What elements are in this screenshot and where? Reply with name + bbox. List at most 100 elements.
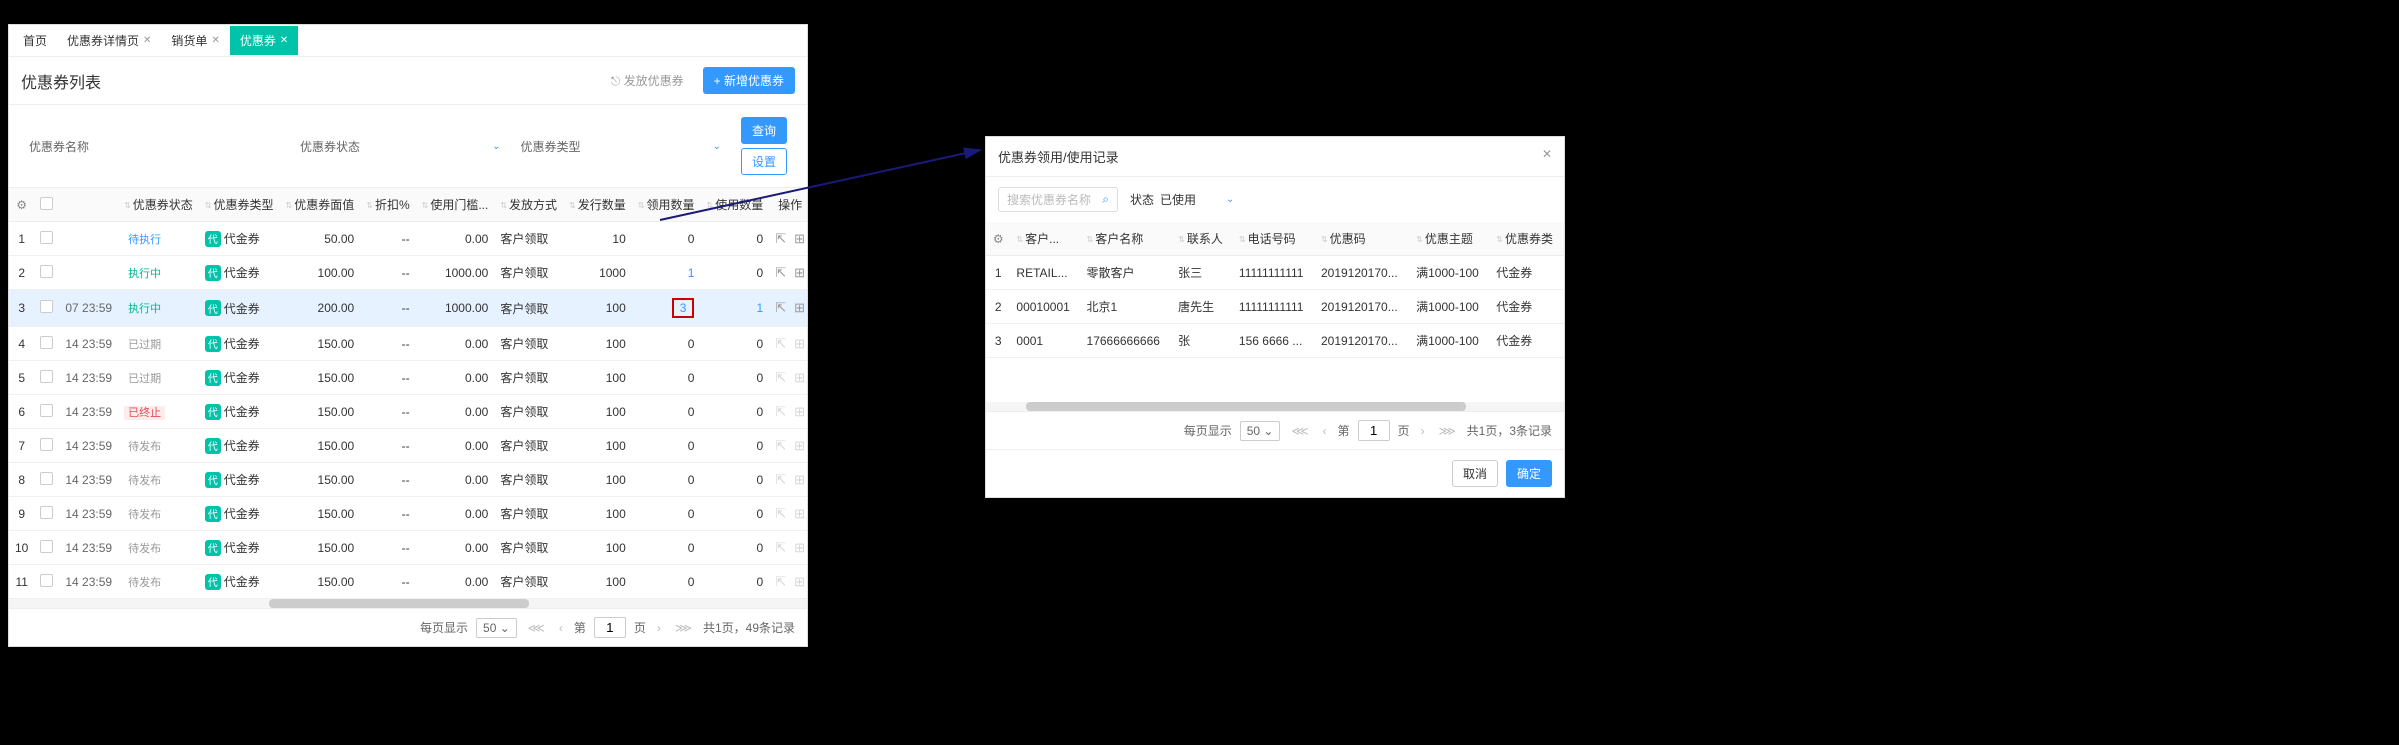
page-prev-icon[interactable]: ‹ — [556, 621, 566, 635]
col-coupon-type[interactable]: 优惠券类 — [1505, 232, 1553, 246]
table-row[interactable]: 7 14 23:59 待发布 代代金券 150.00 -- 0.00 客户领取 … — [9, 429, 807, 463]
filter-name-input[interactable] — [95, 134, 280, 158]
page-prev-icon[interactable]: ‹ — [1320, 424, 1330, 438]
page-input[interactable] — [594, 617, 626, 638]
row-checkbox[interactable] — [40, 231, 53, 244]
col-status[interactable]: 优惠券状态 — [133, 198, 193, 212]
page-next-icon[interactable]: › — [1418, 424, 1428, 438]
col-subject[interactable]: 优惠主题 — [1425, 232, 1473, 246]
row-checkbox[interactable] — [40, 300, 53, 313]
modal-status-select[interactable]: 已使用 ⌄ — [1160, 191, 1234, 208]
qrcode-icon[interactable]: ⊞ — [794, 370, 805, 386]
col-method[interactable]: 发放方式 — [509, 198, 557, 212]
share-icon[interactable]: ⇱ — [775, 265, 786, 281]
qrcode-icon[interactable]: ⊞ — [794, 300, 805, 316]
filter-status-select[interactable]: ⌄ — [366, 141, 500, 152]
table-row[interactable]: 11 14 23:59 待发布 代代金券 150.00 -- 0.00 客户领取… — [9, 565, 807, 599]
use-count-link[interactable]: 1 — [757, 301, 764, 315]
query-button[interactable]: 查询 — [741, 117, 787, 144]
table-row[interactable]: 4 14 23:59 已过期 代代金券 150.00 -- 0.00 客户领取 … — [9, 327, 807, 361]
settings-button[interactable]: 设置 — [741, 148, 787, 175]
table-row[interactable]: 1 RETAIL... 零散客户 张三 11111111111 20191201… — [986, 256, 1564, 290]
table-row[interactable]: 9 14 23:59 待发布 代代金券 150.00 -- 0.00 客户领取 … — [9, 497, 807, 531]
share-icon[interactable]: ⇱ — [775, 540, 786, 556]
col-contact[interactable]: 联系人 — [1187, 232, 1223, 246]
cancel-button[interactable]: 取消 — [1452, 460, 1498, 487]
share-icon[interactable]: ⇱ — [775, 506, 786, 522]
col-type[interactable]: 优惠券类型 — [214, 198, 274, 212]
claim-count-link[interactable]: 3 — [672, 298, 695, 318]
row-checkbox[interactable] — [40, 265, 53, 278]
tab-coupon[interactable]: 优惠券✕ — [230, 26, 298, 55]
horizontal-scrollbar[interactable] — [9, 599, 807, 608]
row-checkbox[interactable] — [40, 370, 53, 383]
page-last-icon[interactable]: ⋙ — [672, 621, 695, 635]
table-row[interactable]: 6 14 23:59 已终止 代代金券 150.00 -- 0.00 客户领取 … — [9, 395, 807, 429]
row-checkbox[interactable] — [40, 472, 53, 485]
row-checkbox[interactable] — [40, 540, 53, 553]
share-icon[interactable]: ⇱ — [775, 231, 786, 247]
page-last-icon[interactable]: ⋙ — [1436, 424, 1459, 438]
qrcode-icon[interactable]: ⊞ — [794, 438, 805, 454]
gear-icon[interactable]: ⚙ — [993, 232, 1004, 246]
qrcode-icon[interactable]: ⊞ — [794, 506, 805, 522]
claim-count-link[interactable]: 1 — [688, 266, 695, 280]
horizontal-scrollbar[interactable] — [986, 402, 1564, 411]
ok-button[interactable]: 确定 — [1506, 460, 1552, 487]
close-icon[interactable]: ✕ — [143, 35, 151, 46]
col-phone[interactable]: 电话号码 — [1248, 232, 1296, 246]
row-checkbox[interactable] — [40, 574, 53, 587]
share-icon[interactable]: ⇱ — [775, 574, 786, 590]
qrcode-icon[interactable]: ⊞ — [794, 472, 805, 488]
col-customer-code[interactable]: 客户... — [1025, 232, 1059, 246]
add-coupon-button[interactable]: + 新增优惠券 — [703, 67, 795, 94]
modal-per-page-select[interactable]: 50 ⌄ — [1240, 421, 1281, 441]
share-icon[interactable]: ⇱ — [775, 336, 786, 352]
table-row[interactable]: 3 07 23:59 执行中 代代金券 200.00 -- 1000.00 客户… — [9, 290, 807, 327]
page-first-icon[interactable]: ⋘ — [1288, 424, 1311, 438]
table-row[interactable]: 2 执行中 代代金券 100.00 -- 1000.00 客户领取 1000 1… — [9, 256, 807, 290]
qrcode-icon[interactable]: ⊞ — [794, 265, 805, 281]
col-threshold[interactable]: 使用门槛... — [430, 198, 488, 212]
col-claim[interactable]: 领用数量 — [646, 198, 694, 212]
col-issue[interactable]: 发行数量 — [578, 198, 626, 212]
table-row[interactable]: 8 14 23:59 待发布 代代金券 150.00 -- 0.00 客户领取 … — [9, 463, 807, 497]
qrcode-icon[interactable]: ⊞ — [794, 231, 805, 247]
col-coupon-code[interactable]: 优惠码 — [1330, 232, 1366, 246]
select-all-checkbox[interactable] — [40, 197, 53, 210]
per-page-select[interactable]: 50 ⌄ — [476, 618, 517, 638]
col-discount[interactable]: 折扣% — [375, 198, 410, 212]
table-row[interactable]: 3 0001 17666666666 张 156 6666 ... 201912… — [986, 324, 1564, 358]
close-icon[interactable]: ✕ — [280, 35, 288, 46]
modal-page-input[interactable] — [1358, 420, 1390, 441]
tab-sales-order[interactable]: 销货单✕ — [161, 26, 229, 55]
page-first-icon[interactable]: ⋘ — [525, 621, 548, 635]
distribute-coupon-button[interactable]: ⎋ 发放优惠券 — [600, 67, 695, 94]
share-icon[interactable]: ⇱ — [775, 404, 786, 420]
row-checkbox[interactable] — [40, 438, 53, 451]
row-checkbox[interactable] — [40, 336, 53, 349]
share-icon[interactable]: ⇱ — [775, 472, 786, 488]
row-checkbox[interactable] — [40, 506, 53, 519]
tab-coupon-detail[interactable]: 优惠券详情页✕ — [57, 26, 161, 55]
table-row[interactable]: 10 14 23:59 待发布 代代金券 150.00 -- 0.00 客户领取… — [9, 531, 807, 565]
share-icon[interactable]: ⇱ — [775, 300, 786, 316]
qrcode-icon[interactable]: ⊞ — [794, 574, 805, 590]
page-next-icon[interactable]: › — [654, 621, 664, 635]
share-icon[interactable]: ⇱ — [775, 370, 786, 386]
search-coupon-input[interactable]: ⌕ — [998, 187, 1118, 212]
table-row[interactable]: 2 00010001 北京1 唐先生 11111111111 201912017… — [986, 290, 1564, 324]
tab-home[interactable]: 首页 — [13, 26, 57, 55]
col-use[interactable]: 使用数量 — [715, 198, 763, 212]
share-icon[interactable]: ⇱ — [775, 438, 786, 454]
table-row[interactable]: 5 14 23:59 已过期 代代金券 150.00 -- 0.00 客户领取 … — [9, 361, 807, 395]
filter-type-select[interactable]: ⌄ — [587, 141, 721, 152]
gear-icon[interactable]: ⚙ — [16, 198, 27, 212]
qrcode-icon[interactable]: ⊞ — [794, 336, 805, 352]
row-checkbox[interactable] — [40, 404, 53, 417]
qrcode-icon[interactable]: ⊞ — [794, 404, 805, 420]
search-icon[interactable]: ⌕ — [1102, 192, 1109, 207]
col-customer-name[interactable]: 客户名称 — [1095, 232, 1143, 246]
col-face[interactable]: 优惠券面值 — [294, 198, 354, 212]
close-icon[interactable]: ✕ — [211, 35, 219, 46]
